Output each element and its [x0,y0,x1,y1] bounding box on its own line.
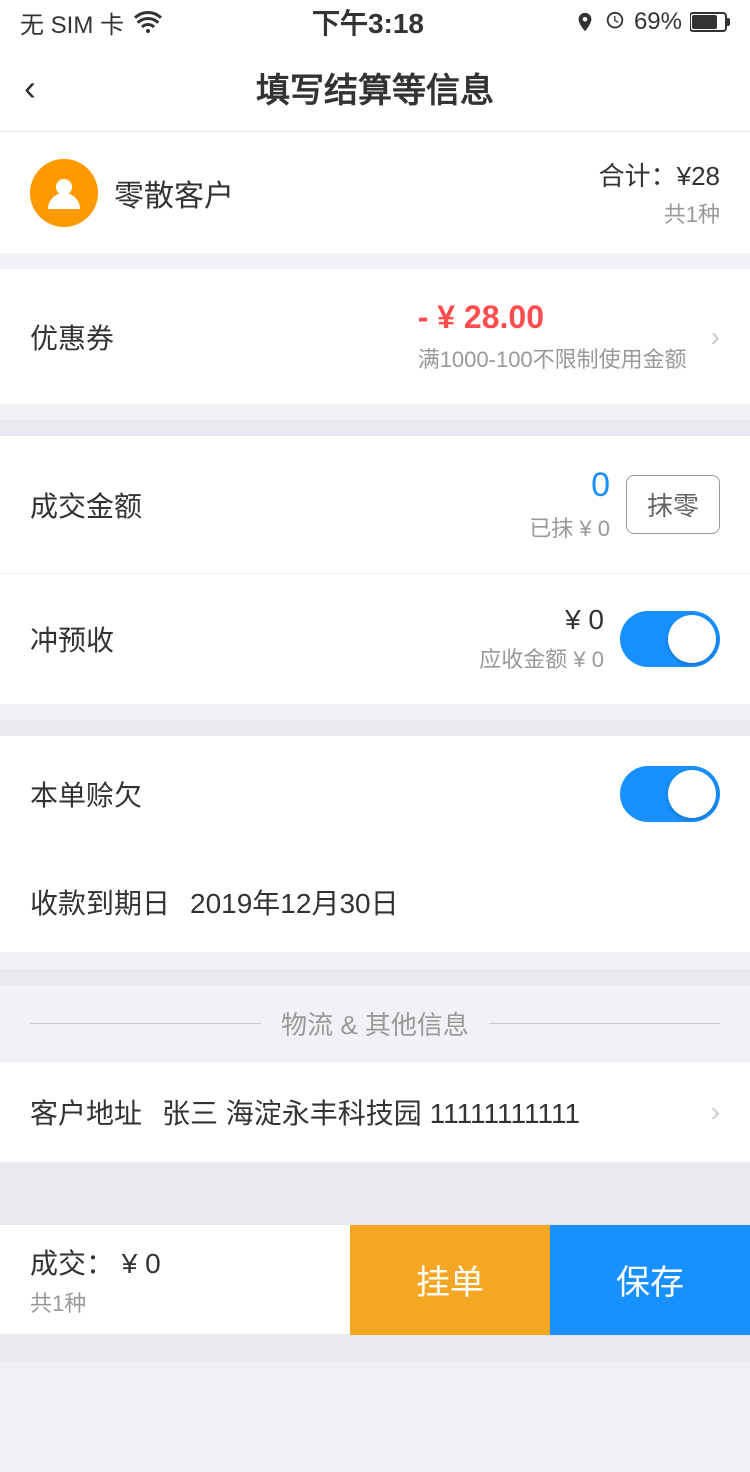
bottom-count: 共1种 [30,1286,320,1318]
alarm-icon [604,11,626,33]
coupon-chevron-icon: › [711,321,720,353]
address-chevron-icon: › [711,1096,720,1128]
address-label: 客户地址 [30,1092,142,1132]
deal-amount-value: 0 [591,466,610,504]
deal-value-block: 0 已抹 ¥ 0 [529,466,610,543]
debit-row: 本单赊欠 [0,736,750,852]
save-button[interactable]: 保存 [550,1225,750,1335]
deal-amount-right: 0 已抹 ¥ 0 抹零 [529,466,720,543]
status-right: 69% [574,8,730,36]
bottom-deal-row: 成交： ¥ 0 [30,1242,320,1282]
address-row[interactable]: 客户地址 张三 海淀永丰科技园 11111111111 › [0,1062,750,1162]
prepayment-label: 冲预收 [30,619,114,659]
debit-toggle[interactable] [620,766,720,822]
prepayment-row: 冲预收 ¥ 0 应收金额 ¥ 0 [0,574,750,704]
prepayment-toggle-knob [668,615,716,663]
prepayment-sub: 应收金额 ¥ 0 [479,642,604,674]
address-value: 张三 海淀永丰科技园 11111111111 [162,1092,703,1132]
logistics-title: 物流 & 其他信息 [281,1005,469,1042]
due-date-label: 收款到期日 [30,882,170,922]
coupon-right: - ¥ 28.00 满1000-100不限制使用金额 › [418,299,720,374]
status-bar: 无 SIM 卡 下午3:18 69% [0,0,750,44]
wifi-icon [134,11,162,33]
back-button[interactable]: ‹ [24,67,36,109]
prepayment-value: ¥ 0 [479,604,604,636]
prepayment-right: ¥ 0 应收金额 ¥ 0 [479,604,720,674]
bottom-deal-label: 成交： [30,1248,114,1279]
customer-name: 零散客户 [114,171,234,215]
total-label: 合计：¥28 [599,156,720,193]
debit-label: 本单赊欠 [30,774,142,814]
deal-amount-label: 成交金额 [30,485,142,525]
due-date-row: 收款到期日 2019年12月30日 [0,852,750,953]
logistics-header: 物流 & 其他信息 [0,985,750,1062]
debit-toggle-knob [668,770,716,818]
nav-bar: ‹ 填写结算等信息 [0,44,750,132]
status-left: 无 SIM 卡 [20,5,162,40]
coupon-discount: - ¥ 28.00 [418,299,687,336]
customer-row: 零散客户 合计：¥28 共1种 [0,132,750,253]
divider-2 [0,720,750,736]
coupon-value-block: - ¥ 28.00 满1000-100不限制使用金额 [418,299,687,374]
pending-button[interactable]: 挂单 [350,1225,550,1335]
debit-section: 本单赊欠 收款到期日 2019年12月30日 [0,736,750,953]
battery-icon [690,11,730,33]
page-title: 填写结算等信息 [256,63,494,112]
coupon-section: 优惠券 - ¥ 28.00 满1000-100不限制使用金额 › [0,269,750,404]
status-time: 下午3:18 [312,2,424,42]
prepayment-value-block: ¥ 0 应收金额 ¥ 0 [479,604,604,674]
due-date-value[interactable]: 2019年12月30日 [190,882,399,922]
location-icon [574,11,596,33]
coupon-label: 优惠券 [30,317,114,357]
deal-section: 成交金额 0 已抹 ¥ 0 抹零 冲预收 ¥ 0 应收金额 ¥ 0 [0,436,750,704]
total-count: 共1种 [599,197,720,229]
prepayment-toggle[interactable] [620,611,720,667]
deal-amount-row: 成交金额 0 已抹 ¥ 0 抹零 [0,436,750,574]
divider-1 [0,420,750,436]
logistics-line-right [489,1023,720,1024]
no-sim-label: 无 SIM 卡 [20,5,124,40]
bottom-deal-amount: ¥ 0 [122,1248,161,1279]
customer-total: 合计：¥28 共1种 [599,156,720,229]
deal-amount-sub: 已抹 ¥ 0 [529,511,610,543]
battery-label: 69% [634,8,682,36]
bottom-bar: 成交： ¥ 0 共1种 挂单 保存 [0,1224,750,1334]
coupon-sub: 满1000-100不限制使用金额 [418,342,687,374]
user-icon [44,173,84,213]
customer-left: 零散客户 [30,159,234,227]
logistics-line-left [30,1023,261,1024]
divider-3 [0,969,750,985]
bottom-info: 成交： ¥ 0 共1种 [0,1242,350,1318]
round-zero-button[interactable]: 抹零 [626,475,720,534]
customer-avatar [30,159,98,227]
coupon-row[interactable]: 优惠券 - ¥ 28.00 满1000-100不限制使用金额 › [0,269,750,404]
